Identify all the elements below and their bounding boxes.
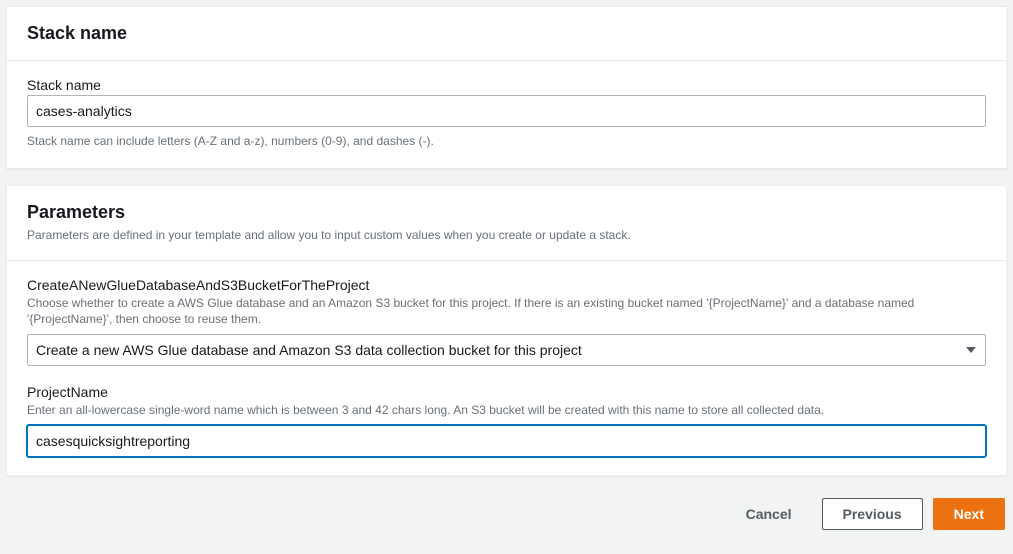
create-db-help: Choose whether to create a AWS Glue data… [27, 295, 986, 329]
previous-button[interactable]: Previous [822, 498, 923, 530]
create-db-label: CreateANewGlueDatabaseAndS3BucketForTheP… [27, 277, 986, 293]
stack-name-input[interactable] [27, 95, 986, 127]
stack-name-help: Stack name can include letters (A-Z and … [27, 133, 986, 150]
parameters-panel-header: Parameters Parameters are defined in you… [7, 186, 1006, 261]
wizard-footer: Cancel Previous Next [0, 492, 1013, 538]
next-button[interactable]: Next [933, 498, 1005, 530]
parameters-desc: Parameters are defined in your template … [27, 227, 986, 244]
project-name-help: Enter an all-lowercase single-word name … [27, 402, 986, 419]
stack-name-panel: Stack name Stack name Stack name can inc… [6, 6, 1007, 169]
stack-name-panel-body: Stack name Stack name can include letter… [7, 61, 1006, 168]
create-db-field: CreateANewGlueDatabaseAndS3BucketForTheP… [27, 277, 986, 367]
project-name-input[interactable] [27, 425, 986, 457]
stack-name-label: Stack name [27, 77, 986, 93]
stack-name-field: Stack name Stack name can include letter… [27, 77, 986, 150]
parameters-panel: Parameters Parameters are defined in you… [6, 185, 1007, 476]
cancel-button[interactable]: Cancel [726, 498, 812, 530]
project-name-label: ProjectName [27, 384, 986, 400]
stack-name-panel-header: Stack name [7, 7, 1006, 61]
create-db-select-wrap: Create a new AWS Glue database and Amazo… [27, 334, 986, 366]
stack-name-title: Stack name [27, 23, 986, 44]
parameters-panel-body: CreateANewGlueDatabaseAndS3BucketForTheP… [7, 261, 1006, 475]
create-db-select[interactable]: Create a new AWS Glue database and Amazo… [27, 334, 986, 366]
parameters-title: Parameters [27, 202, 986, 223]
project-name-field: ProjectName Enter an all-lowercase singl… [27, 384, 986, 457]
